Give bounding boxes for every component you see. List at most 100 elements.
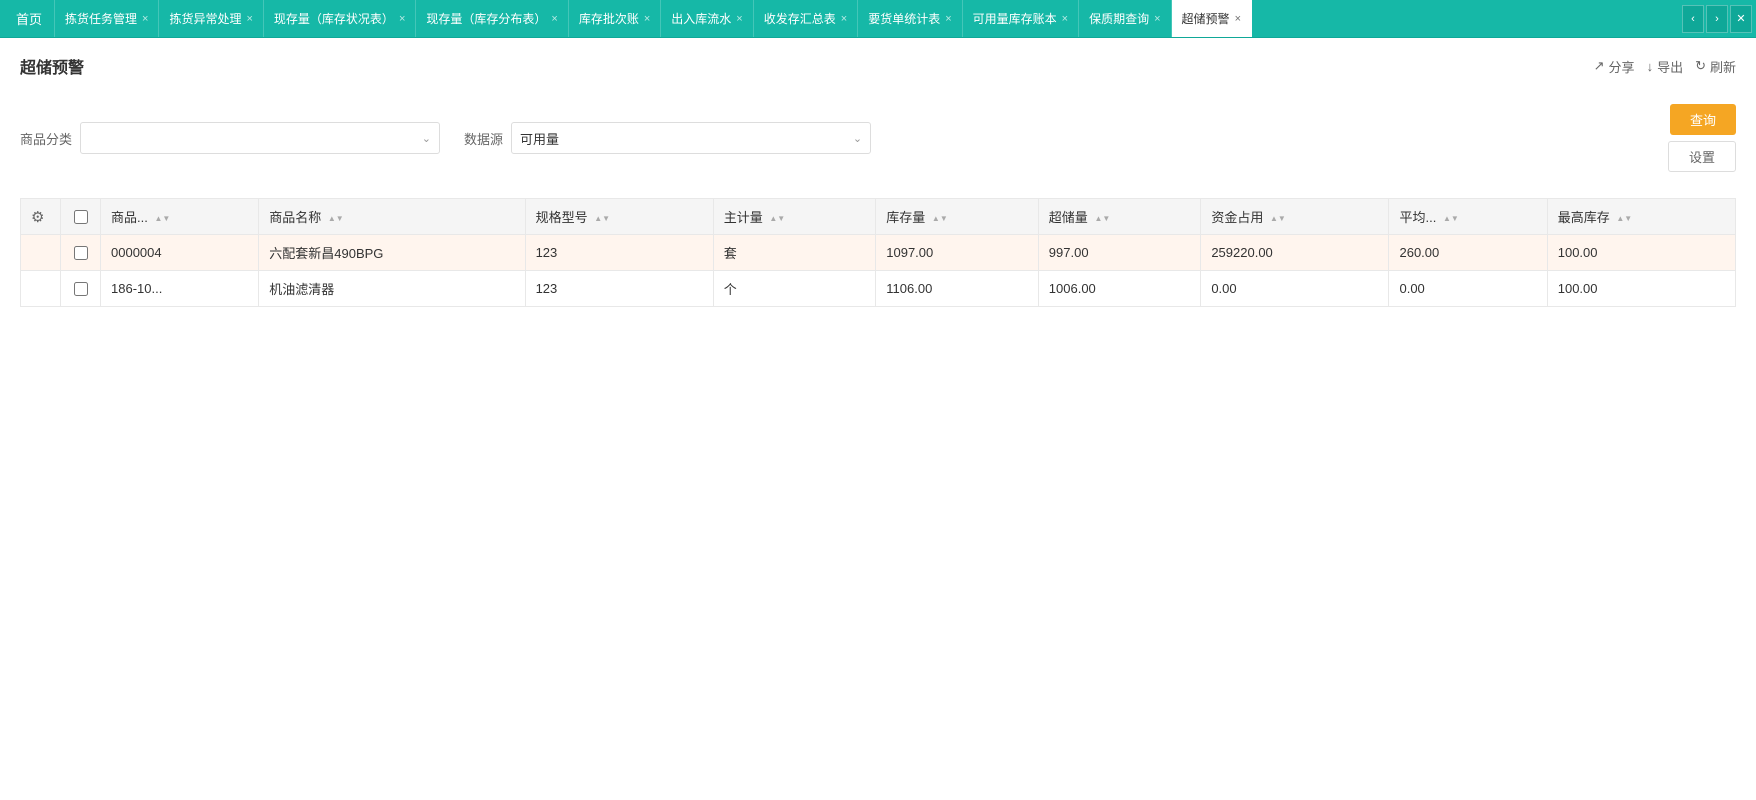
- cell-avg: 0.00: [1389, 271, 1547, 307]
- share-label: 分享: [1609, 57, 1635, 76]
- cell-capital: 0.00: [1201, 271, 1389, 307]
- close-tab-icon[interactable]: ×: [736, 13, 742, 25]
- datasource-filter: 数据源 可用量 ⌄: [464, 122, 871, 154]
- datasource-label: 数据源: [464, 129, 503, 148]
- cell-avg: 260.00: [1389, 235, 1547, 271]
- nav-tab-label: 超储预警: [1182, 10, 1230, 27]
- col-stock-header[interactable]: 库存量 ▲▼: [876, 199, 1039, 235]
- cell-product-code: 186-10...: [101, 271, 259, 307]
- close-tab-icon[interactable]: ×: [644, 13, 650, 25]
- sort-icon3: ▲▼: [594, 215, 610, 223]
- nav-more-btn[interactable]: ✕: [1730, 5, 1752, 33]
- chevron-down-icon: ⌄: [422, 132, 431, 145]
- datasource-select[interactable]: 可用量 ⌄: [511, 122, 871, 154]
- page-title: 超储预警: [20, 54, 84, 78]
- col-spec-header[interactable]: 规格型号 ▲▼: [525, 199, 713, 235]
- data-table: ⚙ 商品... ▲▼ 商品名称 ▲▼ 规格型号 ▲▼: [20, 198, 1736, 307]
- sort-icon7: ▲▼: [1270, 215, 1286, 223]
- nav-tab-label: 拣货任务管理: [65, 10, 137, 27]
- page-header: 超储预警 ↗ 分享 ↓ 导出 ↻ 刷新: [20, 54, 1736, 78]
- sort-icon6: ▲▼: [1094, 215, 1110, 223]
- close-tab-icon[interactable]: ×: [945, 13, 951, 25]
- cell-max-stock: 100.00: [1547, 271, 1735, 307]
- filter-area: 商品分类 ⌄ 数据源 可用量 ⌄ 查询 设置: [20, 94, 1736, 182]
- sort-icon9: ▲▼: [1616, 215, 1632, 223]
- col-product-name-header[interactable]: 商品名称 ▲▼: [259, 199, 525, 235]
- close-tab-icon[interactable]: ×: [551, 13, 557, 25]
- export-icon: ↓: [1647, 59, 1654, 74]
- cell-capital: 259220.00: [1201, 235, 1389, 271]
- category-select[interactable]: ⌄: [80, 122, 440, 154]
- cell-unit: 套: [713, 235, 876, 271]
- row-checkbox[interactable]: [74, 246, 88, 260]
- sort-icon: ▲▼: [154, 215, 170, 223]
- cell-max-stock: 100.00: [1547, 235, 1735, 271]
- cell-overstock: 997.00: [1038, 235, 1201, 271]
- cell-stock: 1097.00: [876, 235, 1039, 271]
- nav-tab-[interactable]: 要货单统计表 ×: [858, 0, 962, 38]
- nav-tab-label: 现存量（库存状况表）: [274, 10, 394, 27]
- close-tab-icon[interactable]: ×: [246, 13, 252, 25]
- category-filter: 商品分类 ⌄: [20, 122, 440, 154]
- nav-tab-[interactable]: 超储预警 ×: [1172, 0, 1252, 38]
- close-tab-icon[interactable]: ×: [1062, 13, 1068, 25]
- nav-tab-label: 可用量库存账本: [973, 10, 1057, 27]
- nav-tab-label: 收发存汇总表: [764, 10, 836, 27]
- col-max-stock-header[interactable]: 最高库存 ▲▼: [1547, 199, 1735, 235]
- select-all-checkbox[interactable]: [74, 210, 88, 224]
- nav-tab-label: 现存量（库存分布表）: [426, 10, 546, 27]
- col-avg-header[interactable]: 平均... ▲▼: [1389, 199, 1547, 235]
- col-unit-header[interactable]: 主计量 ▲▼: [713, 199, 876, 235]
- close-tab-icon[interactable]: ×: [1154, 13, 1160, 25]
- nav-tab-[interactable]: 拣货异常处理 ×: [159, 0, 263, 38]
- nav-arrows: ‹ › ✕: [1682, 5, 1752, 33]
- close-tab-icon[interactable]: ×: [142, 13, 148, 25]
- nav-tab-[interactable]: 库存批次账 ×: [569, 0, 661, 38]
- nav-tab-[interactable]: 现存量（库存分布表） ×: [416, 0, 568, 38]
- col-capital-header[interactable]: 资金占用 ▲▼: [1201, 199, 1389, 235]
- sort-icon5: ▲▼: [932, 215, 948, 223]
- nav-tab-[interactable]: 可用量库存账本 ×: [963, 0, 1079, 38]
- nav-tab-label: 出入库流水: [671, 10, 731, 27]
- close-tab-icon[interactable]: ×: [399, 13, 405, 25]
- nav-tab-[interactable]: 保质期查询×: [1079, 0, 1171, 38]
- cell-spec: 123: [525, 235, 713, 271]
- cell-product-code: 0000004: [101, 235, 259, 271]
- refresh-icon: ↻: [1695, 58, 1706, 74]
- table-row: 186-10... 机油滤清器 123 个 1106.00 1006.00 0.…: [21, 271, 1736, 307]
- nav-tab-[interactable]: 收发存汇总表 ×: [754, 0, 858, 38]
- nav-tab-label: 拣货异常处理: [169, 10, 241, 27]
- sort-icon2: ▲▼: [328, 215, 344, 223]
- col-gear-header[interactable]: ⚙: [21, 199, 61, 235]
- export-btn[interactable]: ↓ 导出: [1647, 57, 1684, 76]
- nav-tab-[interactable]: 出入库流水 ×: [661, 0, 753, 38]
- nav-home-label: 首页: [16, 9, 42, 28]
- row-checkbox[interactable]: [74, 282, 88, 296]
- nav-next-btn[interactable]: ›: [1706, 5, 1728, 33]
- col-checkbox-header[interactable]: [61, 199, 101, 235]
- table-row: 0000004 六配套新昌490BPG 123 套 1097.00 997.00…: [21, 235, 1736, 271]
- row-gear-cell: [21, 271, 61, 307]
- cell-product-name: 机油滤清器: [259, 271, 525, 307]
- nav-home[interactable]: 首页: [4, 0, 55, 38]
- share-btn[interactable]: ↗ 分享: [1594, 57, 1635, 76]
- close-tab-icon[interactable]: ×: [841, 13, 847, 25]
- top-navigation: 首页 拣货任务管理×拣货异常处理×现存量（库存状况表）×现存量（库存分布表）×库…: [0, 0, 1756, 38]
- settings-button[interactable]: 设置: [1668, 141, 1736, 172]
- nav-prev-btn[interactable]: ‹: [1682, 5, 1704, 33]
- close-tab-icon[interactable]: ×: [1235, 13, 1241, 25]
- row-gear-cell: [21, 235, 61, 271]
- nav-tab-label: 要货单统计表: [868, 10, 940, 27]
- query-button[interactable]: 查询: [1670, 104, 1736, 135]
- sort-icon4: ▲▼: [769, 215, 785, 223]
- chevron-down-icon2: ⌄: [853, 132, 862, 145]
- gear-icon: ⚙: [31, 209, 44, 226]
- nav-tab-label: 库存批次账: [579, 10, 639, 27]
- col-product-code-header[interactable]: 商品... ▲▼: [101, 199, 259, 235]
- refresh-btn[interactable]: ↻ 刷新: [1695, 57, 1736, 76]
- col-overstock-header[interactable]: 超储量 ▲▼: [1038, 199, 1201, 235]
- datasource-value: 可用量: [520, 129, 559, 148]
- nav-tab-[interactable]: 现存量（库存状况表） ×: [264, 0, 416, 38]
- sort-icon8: ▲▼: [1443, 215, 1459, 223]
- nav-tab-[interactable]: 拣货任务管理 ×: [55, 0, 159, 38]
